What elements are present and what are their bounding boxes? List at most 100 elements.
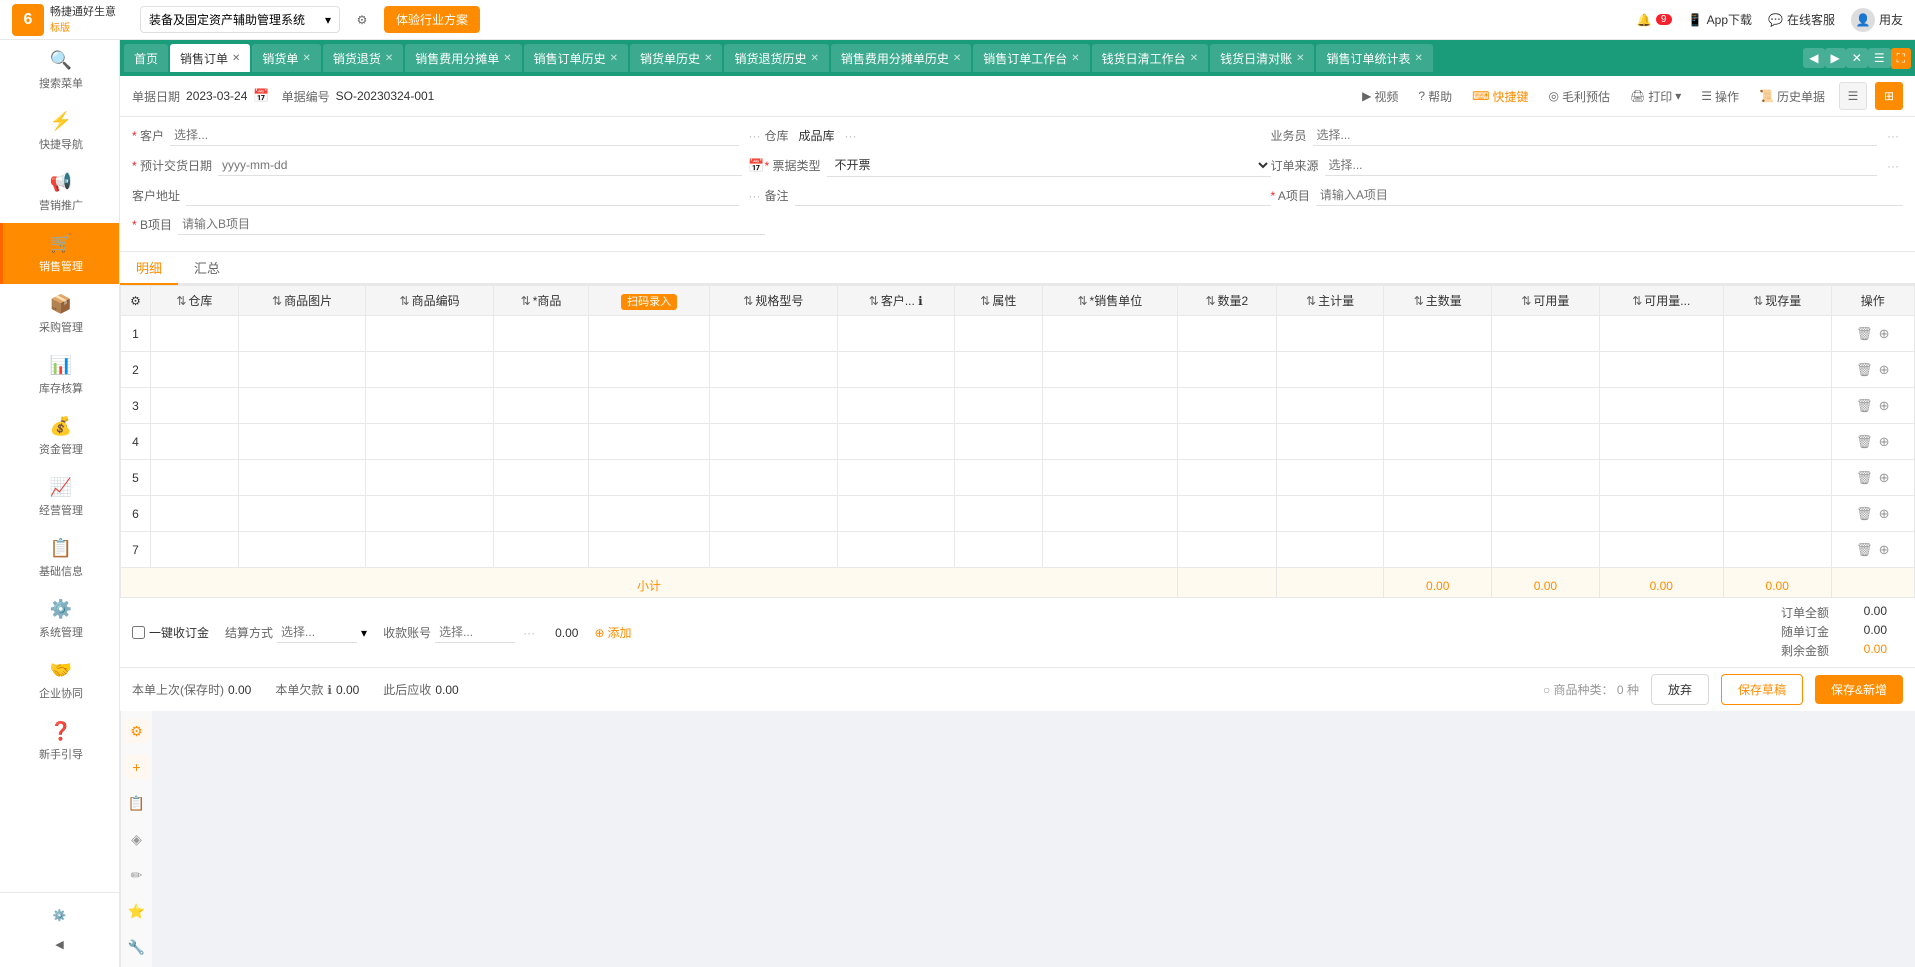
tab-sales-stat[interactable]: 销售订单统计表 ✕ — [1316, 44, 1432, 72]
project-a-input[interactable] — [1316, 185, 1903, 206]
address-input[interactable] — [186, 185, 738, 206]
warehouse-more-icon[interactable]: ··· — [841, 129, 861, 143]
delete-icon[interactable]: 🗑 — [1856, 506, 1873, 522]
tab-close-icon[interactable]: ✕ — [810, 53, 818, 64]
remark-input[interactable] — [795, 185, 1271, 206]
sidebar-item-system[interactable]: ⚙️ 系统管理 — [0, 589, 119, 650]
sidebar-item-purchase[interactable]: 📦 采购管理 — [0, 284, 119, 345]
row-1-cattr[interactable] — [837, 316, 954, 352]
tab-sales-return-history[interactable]: 销货单历史 ✕ — [630, 44, 722, 72]
tab-sales-order-workbench[interactable]: 销售订单工作台 ✕ — [973, 44, 1089, 72]
sidebar-item-basic[interactable]: 📋 基础信息 — [0, 528, 119, 589]
staff-more-icon[interactable]: ··· — [1883, 129, 1903, 143]
row-1-product[interactable] — [493, 316, 589, 352]
tab-cash-reconcile[interactable]: 钱货日清对账 ✕ — [1210, 44, 1314, 72]
sidebar-item-sales[interactable]: 🛒 销售管理 — [0, 223, 119, 284]
history-btn[interactable]: 📜 历史单据 — [1753, 85, 1831, 108]
row-1-main-qty[interactable] — [1384, 316, 1492, 352]
tab-close-icon[interactable]: ✕ — [302, 53, 310, 64]
right-icon-1[interactable]: 📋 — [125, 791, 149, 815]
tab-close-icon[interactable]: ✕ — [704, 53, 712, 64]
scan-btn[interactable]: 扫码录入 — [621, 294, 677, 310]
row-1-image[interactable] — [238, 316, 366, 352]
delete-icon[interactable]: 🗑 — [1856, 398, 1873, 414]
tab-cash-daily-workbench[interactable]: 钱货日清工作台 ✕ — [1092, 44, 1208, 72]
row-1-attr[interactable] — [954, 316, 1042, 352]
th-scan[interactable]: 扫码录入 — [589, 286, 710, 316]
tab-sales-order[interactable]: 销售订单 ✕ — [170, 44, 250, 72]
th-product-code[interactable]: ⇅商品编码 — [366, 286, 494, 316]
th-customer-attr[interactable]: ⇅客户... ℹ — [837, 286, 954, 316]
view-btn[interactable]: ▶ 视频 — [1356, 85, 1404, 108]
tab-close-icon[interactable]: ✕ — [232, 53, 240, 64]
copy-icon[interactable]: ⊕ — [1879, 542, 1890, 558]
project-b-input[interactable] — [178, 214, 764, 235]
copy-icon[interactable]: ⊕ — [1879, 506, 1890, 522]
delete-icon[interactable]: 🗑 — [1856, 434, 1873, 450]
delivery-input[interactable] — [218, 155, 742, 176]
tab-close-icon[interactable]: ✕ — [503, 53, 511, 64]
th-settings[interactable]: ⚙ — [121, 286, 151, 316]
tab-sales-refund[interactable]: 销货退货 ✕ — [323, 44, 403, 72]
order-source-more-icon[interactable]: ··· — [1883, 159, 1903, 173]
sidebar-item-quicknav[interactable]: ⚡ 快捷导航 — [0, 101, 119, 162]
tab-summary[interactable]: 汇总 — [178, 252, 236, 285]
tab-close-icon[interactable]: ✕ — [610, 53, 618, 64]
tab-nav-prev[interactable]: ◀ — [1803, 48, 1824, 68]
user-avatar[interactable]: 👤 用友 — [1851, 8, 1903, 32]
customer-more-icon[interactable]: ··· — [745, 129, 765, 143]
row-1-spec[interactable] — [710, 316, 838, 352]
tab-sales-fee-history[interactable]: 销售费用分摊单历史 ✕ — [831, 44, 971, 72]
th-warehouse[interactable]: ⇅仓库 — [151, 286, 239, 316]
calendar-icon[interactable]: 📅 — [253, 88, 269, 104]
tab-fullscreen-btn[interactable]: ⛶ — [1891, 48, 1911, 69]
th-available[interactable]: ⇅可用量 — [1492, 286, 1600, 316]
th-attribute[interactable]: ⇅属性 — [954, 286, 1042, 316]
sidebar-item-finance[interactable]: 💰 资金管理 — [0, 406, 119, 467]
save-draft-button[interactable]: 保存草稿 — [1721, 674, 1803, 705]
tab-detail[interactable]: 明细 — [120, 252, 178, 285]
right-settings-btn[interactable]: ⚙ — [125, 719, 149, 743]
tab-sales-return[interactable]: 销货单 ✕ — [252, 44, 320, 72]
delete-icon[interactable]: 🗑 — [1856, 470, 1873, 486]
row-1-available[interactable] — [1492, 316, 1600, 352]
th-qty2[interactable]: ⇅数量2 — [1177, 286, 1276, 316]
copy-icon[interactable]: ⊕ — [1879, 362, 1890, 378]
tab-close-icon[interactable]: ✕ — [385, 53, 393, 64]
quick-pay-checkbox[interactable]: 一键收订金 — [132, 624, 209, 641]
sidebar-item-enterprise[interactable]: 🤝 企业协同 — [0, 650, 119, 711]
add-payment-btn[interactable]: ⊕ 添加 — [594, 624, 631, 641]
date-value[interactable]: 2023-03-24 — [186, 89, 247, 103]
sidebar-item-guide[interactable]: ❓ 新手引导 — [0, 711, 119, 772]
sidebar-item-search[interactable]: 🔍 搜索菜单 — [0, 40, 119, 101]
invoice-select[interactable]: 不开票 — [827, 154, 1271, 177]
tab-layout-btn[interactable]: ☰ — [1868, 48, 1891, 68]
th-main-qty[interactable]: ⇅主数量 — [1384, 286, 1492, 316]
right-add-material-btn[interactable]: + — [125, 755, 149, 779]
staff-input[interactable] — [1313, 125, 1877, 146]
top-settings-icon[interactable]: ⚙ — [348, 6, 376, 34]
quick-pay-input[interactable] — [132, 626, 145, 639]
sidebar-item-inventory[interactable]: 📊 库存核算 — [0, 345, 119, 406]
th-stock[interactable]: ⇅现存量 — [1723, 286, 1831, 316]
th-product[interactable]: ⇅*商品 — [493, 286, 589, 316]
right-icon-4[interactable]: ⭐ — [125, 899, 149, 923]
delivery-calendar-icon[interactable]: 📅 — [748, 158, 764, 174]
row-1-qty2[interactable] — [1177, 316, 1276, 352]
right-icon-3[interactable]: ✏ — [125, 863, 149, 887]
th-product-image[interactable]: ⇅商品图片 — [238, 286, 366, 316]
pay-method-input[interactable] — [277, 622, 357, 643]
tab-nav-next[interactable]: ▶ — [1825, 48, 1846, 68]
discard-button[interactable]: 放弃 — [1651, 674, 1709, 705]
th-spec[interactable]: ⇅规格型号 — [710, 286, 838, 316]
row-1-warehouse[interactable] — [151, 316, 239, 352]
address-more-icon[interactable]: ··· — [745, 189, 765, 203]
right-icon-2[interactable]: ◈ — [125, 827, 149, 851]
profit-btn[interactable]: ◎ 毛利预估 — [1542, 85, 1616, 108]
sidebar-item-operation[interactable]: 📈 经营管理 — [0, 467, 119, 528]
customer-input[interactable] — [170, 125, 738, 146]
delete-icon[interactable]: 🗑 — [1856, 542, 1873, 558]
copy-icon[interactable]: ⊕ — [1879, 398, 1890, 414]
help-btn[interactable]: ? 帮助 — [1412, 85, 1458, 108]
view-toggle-grid[interactable]: ⊞ — [1875, 82, 1903, 110]
